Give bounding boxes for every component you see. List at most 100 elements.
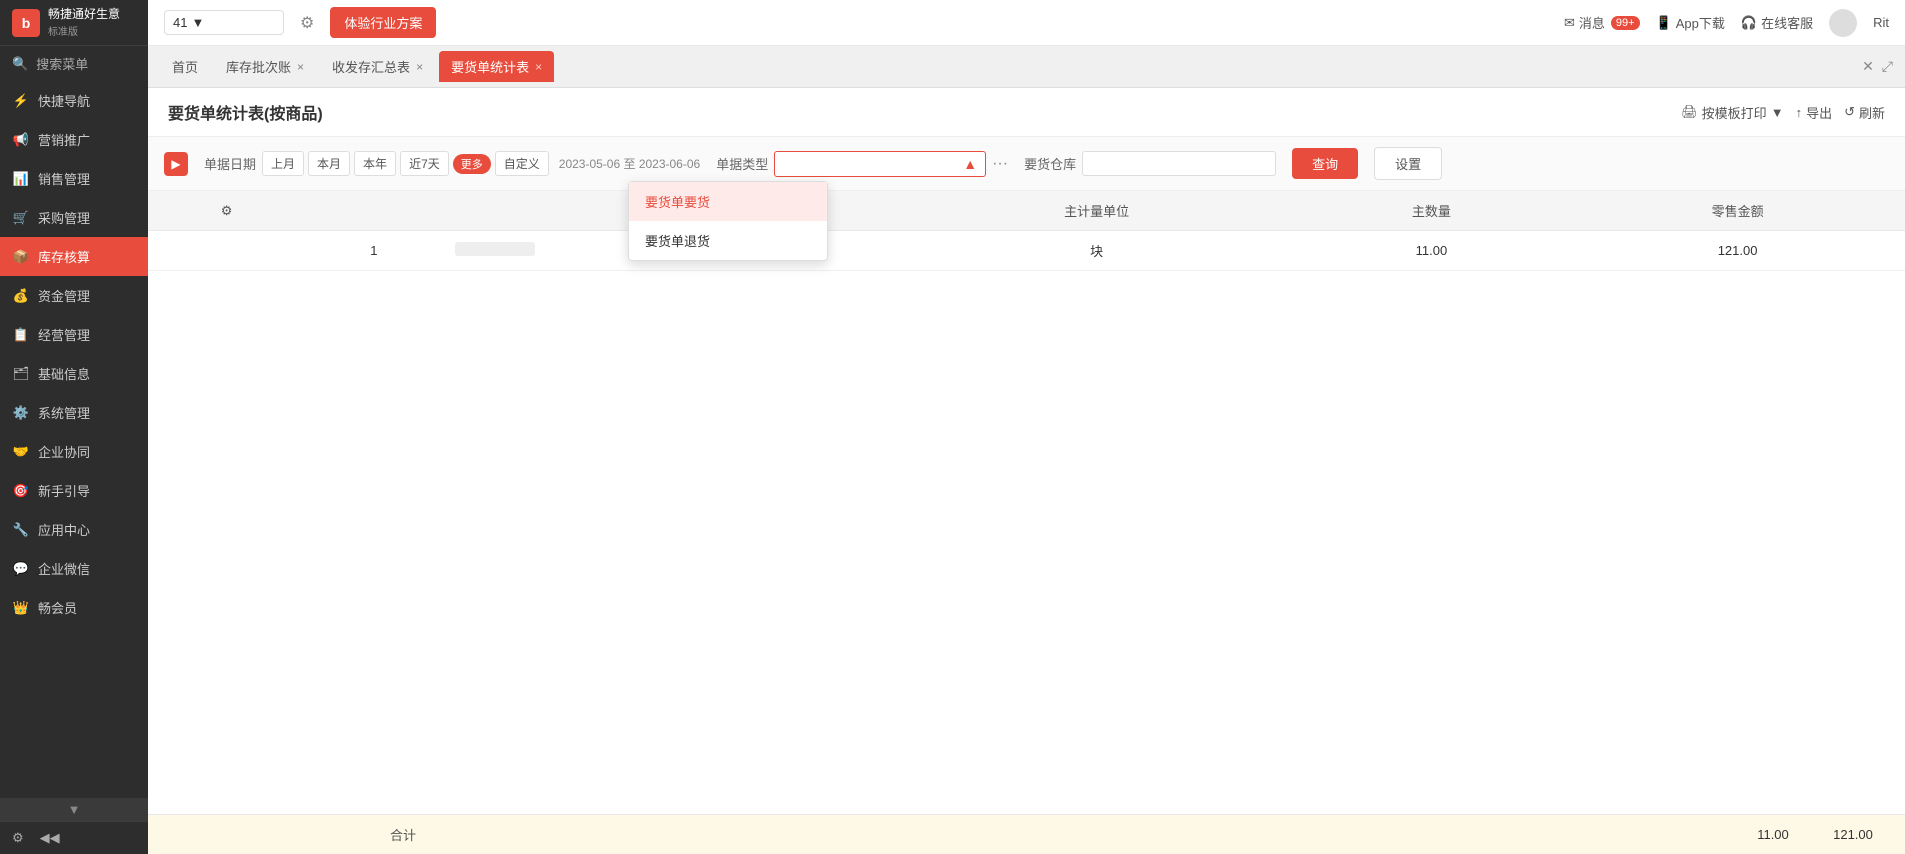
filter-type-label: 单据类型 (716, 154, 768, 173)
app-icon: 🔧 (12, 521, 30, 539)
messages-item[interactable]: ✉ 消息 99+ (1564, 13, 1640, 32)
filter-this-month-btn[interactable]: 本月 (308, 151, 350, 176)
sidebar-collapse-icon[interactable]: ◀◀ (40, 830, 60, 846)
sidebar-item-coop[interactable]: 🤝 企业协同 (0, 432, 148, 471)
export-icon: ↑ (1796, 105, 1803, 120)
template-print-btn[interactable]: 🖨 按模板打印 ▼ (1681, 103, 1783, 122)
tab-order-stats-label: 要货单统计表 (451, 57, 529, 76)
table-area: ⚙ 商品 主计量单位 主数量 零售金额 1 (148, 191, 1905, 814)
sales-icon: 📊 (12, 170, 30, 188)
filter-more-btn[interactable]: ··· (992, 155, 1008, 173)
tab-recv-summary[interactable]: 收发存汇总表 × (320, 51, 435, 82)
user-name: Rit (1873, 15, 1889, 30)
tab-recv-summary-close[interactable]: × (416, 60, 423, 74)
sidebar-scroll: ⚡ 快捷导航 📢 营销推广 📊 销售管理 🛒 采购管理 📦 库存核算 💰 资金管… (0, 81, 148, 798)
filter-set-btn[interactable]: 设置 (1374, 147, 1442, 180)
printer-icon: 🖨 (1681, 104, 1698, 120)
filter-date-range: 2023-05-06 至 2023-06-06 (559, 155, 700, 172)
sidebar-item-system[interactable]: ⚙️ 系统管理 (0, 393, 148, 432)
export-btn[interactable]: ↑ 导出 (1796, 103, 1833, 122)
tab-inventory-batch-close[interactable]: × (297, 60, 304, 74)
trial-btn[interactable]: 体验行业方案 (330, 7, 436, 38)
search-menu[interactable]: 🔍 搜索菜单 (0, 46, 148, 81)
guide-icon: 🎯 (12, 482, 30, 500)
footer-amount: 121.00 (1813, 827, 1893, 842)
page-content: 要货单统计表(按商品) 🖨 按模板打印 ▼ ↑ 导出 ↺ 刷新 ▶ (148, 88, 1905, 854)
sidebar-item-label: 应用中心 (38, 520, 90, 539)
type-option-yaohuo-dantuihuo[interactable]: 要货单退货 (629, 221, 827, 260)
messages-label: 消息 (1579, 13, 1605, 32)
sidebar-item-label: 企业微信 (38, 559, 90, 578)
tabs-bar: 首页 库存批次账 × 收发存汇总表 × 要货单统计表 × ✕ ⤢ (148, 46, 1905, 88)
filter-warehouse-input[interactable] (1091, 156, 1267, 171)
footer-quantity: 11.00 (1733, 827, 1813, 842)
filter-type-dropdown-arrow[interactable]: ▲ (963, 156, 977, 172)
tab-inventory-batch-label: 库存批次账 (226, 57, 291, 76)
product-placeholder (455, 242, 535, 256)
tab-home[interactable]: 首页 (160, 51, 210, 82)
wechat-icon: 💬 (12, 560, 30, 578)
filter-last-month-btn[interactable]: 上月 (262, 151, 304, 176)
coop-icon: 🤝 (12, 443, 30, 461)
basic-icon: 🗂 (12, 365, 30, 383)
sidebar-item-inventory[interactable]: 📦 库存核算 (0, 237, 148, 276)
header-settings-icon[interactable]: ⚙ (300, 13, 314, 33)
export-label: 导出 (1806, 103, 1832, 122)
filter-area: ▶ 单据日期 上月 本月 本年 近7天 更多 自定义 2023-05-06 至 … (148, 137, 1905, 191)
row-index-cell: 1 (305, 231, 443, 271)
sidebar-item-label: 基础信息 (38, 364, 90, 383)
sidebar-item-wechat[interactable]: 💬 企业微信 (0, 549, 148, 588)
sidebar-item-guide[interactable]: 🎯 新手引导 (0, 471, 148, 510)
filter-type-dropdown[interactable]: ▲ (774, 151, 986, 177)
tab-inventory-batch[interactable]: 库存批次账 × (214, 51, 316, 82)
sidebar-settings-icon[interactable]: ⚙ (12, 830, 24, 846)
filter-type-input[interactable] (783, 156, 959, 171)
inventory-icon: 📦 (12, 248, 30, 266)
filter-date-custom-btn[interactable]: 自定义 (495, 151, 549, 176)
sidebar-item-basic[interactable]: 🗂 基础信息 (0, 354, 148, 393)
refresh-icon: ↺ (1844, 104, 1855, 120)
sidebar-scroll-down[interactable]: ▼ (0, 798, 148, 821)
sidebar-item-finance[interactable]: 💰 资金管理 (0, 276, 148, 315)
filter-date-group: 单据日期 上月 本月 本年 近7天 更多 自定义 2023-05-06 至 20… (204, 151, 700, 176)
purchase-icon: 🛒 (12, 209, 30, 227)
row-settings-cell (148, 231, 305, 271)
user-avatar[interactable] (1829, 9, 1857, 37)
company-dropdown-icon: ▼ (191, 15, 204, 30)
sidebar-item-label: 系统管理 (38, 403, 90, 422)
company-selector[interactable]: 41 ▼ (164, 10, 284, 35)
sidebar-item-sales[interactable]: 📊 销售管理 (0, 159, 148, 198)
row-unit-cell: 块 (901, 231, 1293, 271)
online-service-item[interactable]: 🎧 在线客服 (1741, 13, 1813, 32)
filter-date-options: 上月 本月 本年 近7天 更多 自定义 (262, 151, 549, 176)
col-settings[interactable]: ⚙ (148, 191, 305, 231)
filter-last-7days-btn[interactable]: 近7天 (400, 151, 449, 176)
refresh-btn[interactable]: ↺ 刷新 (1844, 103, 1885, 122)
app-download-item[interactable]: 📱 App下载 (1656, 13, 1725, 32)
col-unit: 主计量单位 (901, 191, 1293, 231)
sidebar-item-operation[interactable]: 📋 经营管理 (0, 315, 148, 354)
filter-date-label: 单据日期 (204, 154, 256, 173)
search-icon: 🔍 (12, 56, 28, 72)
type-option-yaohuo-danruhuo[interactable]: 要货单要货 (629, 182, 827, 221)
tab-close-all-icon[interactable]: ✕ (1862, 58, 1874, 75)
tab-maximize-icon[interactable]: ⤢ (1882, 58, 1893, 75)
sidebar-item-member[interactable]: 👑 畅会员 (0, 588, 148, 627)
operation-icon: 📋 (12, 326, 30, 344)
tab-order-stats-close[interactable]: × (535, 60, 542, 74)
filter-query-btn[interactable]: 查询 (1292, 148, 1358, 179)
system-icon: ⚙️ (12, 404, 30, 422)
filter-expand-btn[interactable]: ▶ (164, 152, 188, 176)
member-icon: 👑 (12, 599, 30, 617)
tab-home-label: 首页 (172, 57, 198, 76)
sidebar-item-purchase[interactable]: 🛒 采购管理 (0, 198, 148, 237)
filter-this-year-btn[interactable]: 本年 (354, 151, 396, 176)
filter-date-more-btn[interactable]: 更多 (453, 154, 491, 174)
page-title: 要货单统计表(按商品) (168, 100, 323, 124)
template-print-arrow: ▼ (1771, 105, 1784, 120)
sidebar-item-marketing[interactable]: 📢 营销推广 (0, 120, 148, 159)
sidebar-item-label: 经营管理 (38, 325, 90, 344)
sidebar-item-quick-nav[interactable]: ⚡ 快捷导航 (0, 81, 148, 120)
tab-order-stats[interactable]: 要货单统计表 × (439, 51, 554, 82)
sidebar-item-app[interactable]: 🔧 应用中心 (0, 510, 148, 549)
